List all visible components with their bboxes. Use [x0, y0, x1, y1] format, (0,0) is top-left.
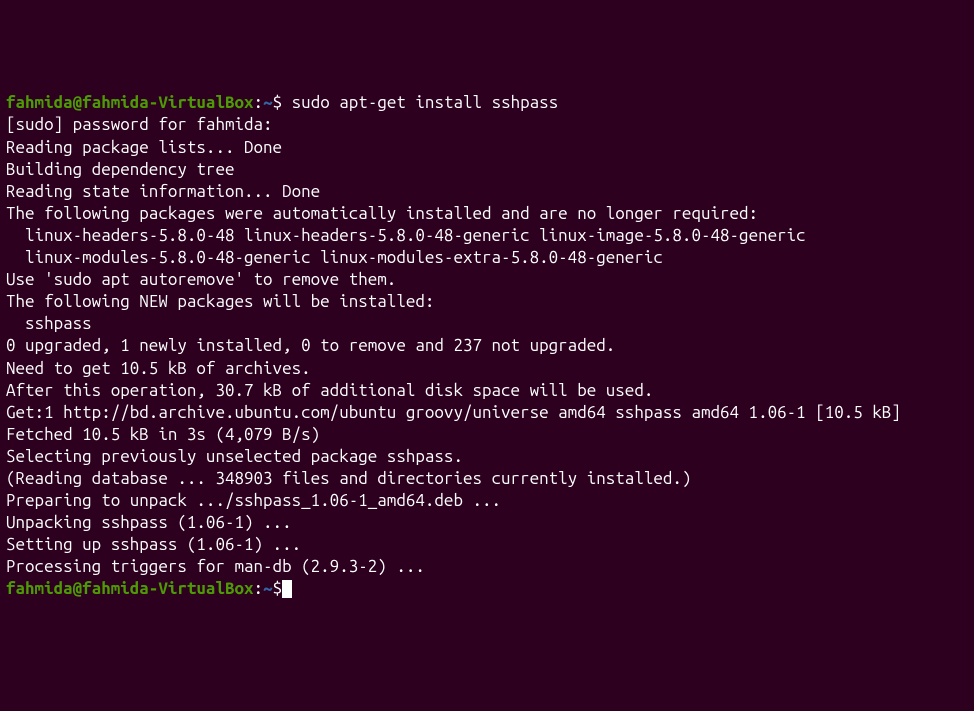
- output-line: Processing triggers for man-db (2.9.3-2)…: [6, 556, 968, 578]
- output-line: linux-modules-5.8.0-48-generic linux-mod…: [6, 247, 968, 269]
- output-line: Preparing to unpack .../sshpass_1.06-1_a…: [6, 490, 968, 512]
- terminal[interactable]: fahmida@fahmida-VirtualBox:~$ sudo apt-g…: [6, 92, 968, 600]
- output-line: linux-headers-5.8.0-48 linux-headers-5.8…: [6, 225, 968, 247]
- output-line: Reading state information... Done: [6, 181, 968, 203]
- prompt-colon: :: [254, 579, 264, 598]
- prompt-at: @: [73, 93, 83, 112]
- output-line: [sudo] password for fahmida:: [6, 114, 968, 136]
- output-line: After this operation, 30.7 kB of additio…: [6, 380, 968, 402]
- output-line: Need to get 10.5 kB of archives.: [6, 358, 968, 380]
- prompt-line-2: fahmida@fahmida-VirtualBox:~$: [6, 578, 968, 600]
- output-line: Selecting previously unselected package …: [6, 446, 968, 468]
- prompt-line-1: fahmida@fahmida-VirtualBox:~$ sudo apt-g…: [6, 92, 968, 114]
- output-line: (Reading database ... 348903 files and d…: [6, 468, 968, 490]
- cursor-icon: [282, 580, 292, 598]
- output-line: Use 'sudo apt autoremove' to remove them…: [6, 269, 968, 291]
- output-line: The following NEW packages will be insta…: [6, 291, 968, 313]
- output-line: Reading package lists... Done: [6, 137, 968, 159]
- output-line: The following packages were automaticall…: [6, 203, 968, 225]
- output-line: Setting up sshpass (1.06-1) ...: [6, 534, 968, 556]
- prompt-colon: :: [254, 93, 264, 112]
- prompt-host: fahmida-VirtualBox: [82, 93, 253, 112]
- prompt-user: fahmida: [6, 93, 73, 112]
- output-line: Building dependency tree: [6, 159, 968, 181]
- prompt-user: fahmida: [6, 579, 73, 598]
- output-line: 0 upgraded, 1 newly installed, 0 to remo…: [6, 335, 968, 357]
- output-line: Unpacking sshpass (1.06-1) ...: [6, 512, 968, 534]
- prompt-path: ~: [263, 93, 273, 112]
- output-line: sshpass: [6, 313, 968, 335]
- prompt-host: fahmida-VirtualBox: [82, 579, 253, 598]
- output-line: Get:1 http://bd.archive.ubuntu.com/ubunt…: [6, 402, 968, 424]
- prompt-dollar: $: [273, 579, 283, 598]
- prompt-path: ~: [263, 579, 273, 598]
- command-text: sudo apt-get install sshpass: [292, 93, 559, 112]
- prompt-at: @: [73, 579, 83, 598]
- output-line: Fetched 10.5 kB in 3s (4,079 B/s): [6, 424, 968, 446]
- prompt-dollar: $: [273, 93, 292, 112]
